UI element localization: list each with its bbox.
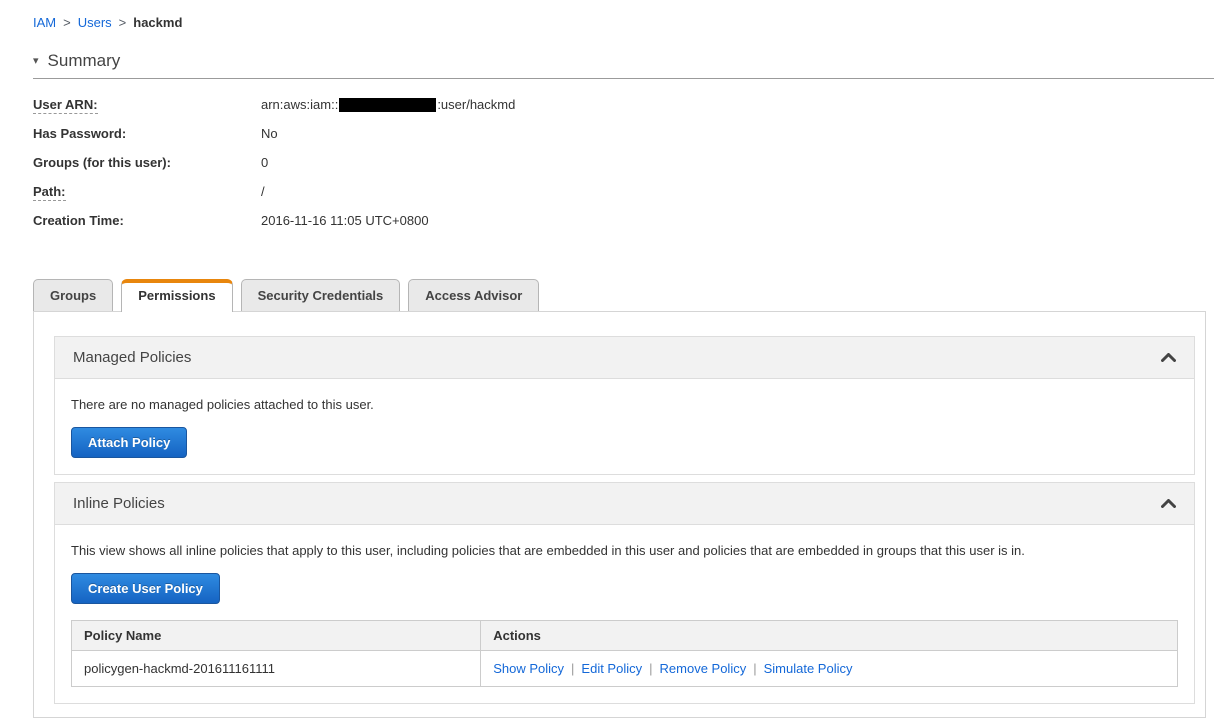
inline-policies-table: Policy Name Actions policygen-hackmd-201… — [70, 620, 1178, 687]
table-header-row: Policy Name Actions — [70, 620, 1178, 651]
summary-row-groups: Groups (for this user): 0 — [33, 148, 515, 177]
path-value: / — [261, 184, 265, 199]
managed-policies-title: Managed Policies — [73, 349, 192, 366]
policy-name-column-header: Policy Name — [70, 620, 482, 651]
user-arn-value: arn:aws:iam:::user/hackmd — [261, 97, 516, 112]
summary-fields: User ARN: arn:aws:iam:::user/hackmd Has … — [33, 90, 515, 235]
inline-policies-section: Inline Policies This view shows all inli… — [54, 482, 1195, 704]
summary-row-user-arn: User ARN: arn:aws:iam:::user/hackmd — [33, 90, 515, 119]
managed-policies-empty-text: There are no managed policies attached t… — [71, 397, 374, 412]
creation-time-label: Creation Time: — [33, 213, 124, 228]
collapse-triangle-icon: ▾ — [33, 55, 39, 67]
user-arn-label: User ARN: — [33, 97, 98, 114]
redacted-account-id — [339, 98, 437, 112]
simulate-policy-link[interactable]: Simulate Policy — [764, 661, 853, 676]
summary-row-creation-time: Creation Time: 2016-11-16 11:05 UTC+0800 — [33, 206, 515, 235]
inline-policies-description: This view shows all inline policies that… — [71, 543, 1025, 558]
tab-permissions[interactable]: Permissions — [121, 279, 233, 312]
policy-name-cell: policygen-hackmd-201611161111 — [70, 650, 482, 687]
breadcrumb-link-users[interactable]: Users — [78, 15, 112, 30]
summary-divider — [33, 78, 1214, 79]
permissions-tab-panel: Managed Policies There are no managed po… — [33, 311, 1206, 718]
inline-policies-header[interactable]: Inline Policies — [55, 483, 1194, 525]
groups-count-label: Groups (for this user): — [33, 155, 171, 170]
groups-count-value: 0 — [261, 155, 269, 170]
edit-policy-link[interactable]: Edit Policy — [581, 661, 642, 676]
collapse-chevron-icon[interactable] — [1161, 499, 1176, 508]
create-user-policy-button[interactable]: Create User Policy — [71, 573, 220, 604]
inline-policies-title: Inline Policies — [73, 495, 165, 512]
managed-policies-section: Managed Policies There are no managed po… — [54, 336, 1195, 475]
summary-row-path: Path: / — [33, 177, 515, 206]
table-row: policygen-hackmd-201611161111 Show Polic… — [70, 650, 1178, 687]
actions-column-header: Actions — [480, 620, 1178, 651]
policy-actions-cell: Show Policy | Edit Policy | Remove Policy | Si… — [480, 650, 1178, 687]
creation-time-value: 2016-11-16 11:05 UTC+0800 — [261, 213, 429, 228]
breadcrumb: IAM > Users > hackmd — [0, 0, 1214, 30]
summary-section-toggle[interactable]: ▾ Summary — [33, 51, 1214, 71]
tab-groups[interactable]: Groups — [33, 279, 114, 311]
action-separator: | — [753, 661, 757, 676]
summary-title: Summary — [47, 51, 121, 70]
remove-policy-link[interactable]: Remove Policy — [660, 661, 747, 676]
collapse-chevron-icon[interactable] — [1161, 353, 1176, 362]
breadcrumb-link-iam[interactable]: IAM — [33, 15, 56, 30]
path-label: Path: — [33, 184, 66, 201]
action-separator: | — [649, 661, 653, 676]
show-policy-link[interactable]: Show Policy — [493, 661, 564, 676]
managed-policies-header[interactable]: Managed Policies — [55, 337, 1194, 379]
summary-row-has-password: Has Password: No — [33, 119, 515, 148]
tab-security-credentials[interactable]: Security Credentials — [240, 279, 401, 311]
action-separator: | — [571, 661, 575, 676]
tab-bar: Groups Permissions Security Credentials … — [33, 279, 1214, 312]
breadcrumb-separator: > — [63, 15, 71, 30]
has-password-value: No — [261, 126, 278, 141]
breadcrumb-current-user: hackmd — [133, 15, 183, 30]
attach-policy-button[interactable]: Attach Policy — [71, 427, 188, 458]
tab-access-advisor[interactable]: Access Advisor — [408, 279, 540, 311]
has-password-label: Has Password: — [33, 126, 127, 141]
breadcrumb-separator: > — [118, 15, 127, 30]
